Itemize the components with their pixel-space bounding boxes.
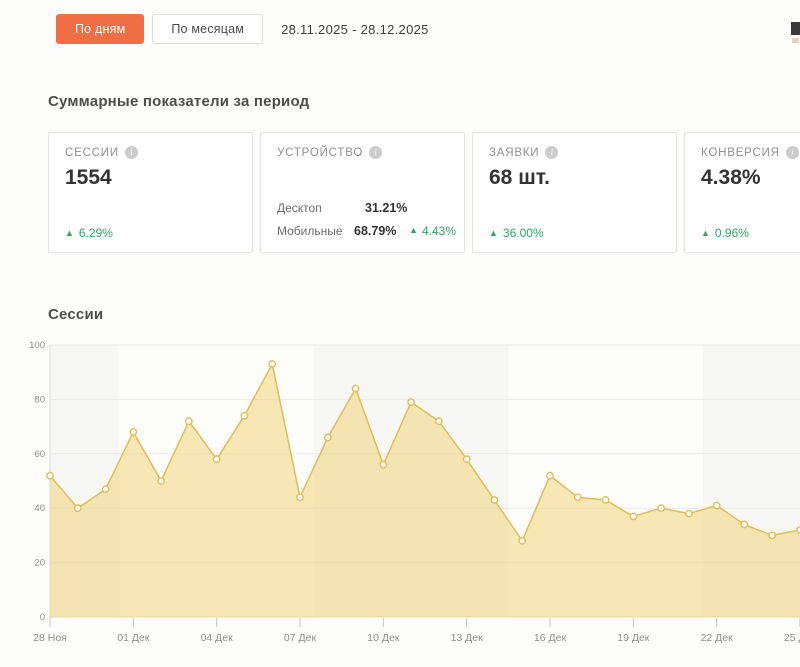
x-tick-label: 28 Ноя <box>33 632 67 644</box>
data-point[interactable] <box>240 411 249 420</box>
up-triangle-icon: ▲ <box>65 227 74 238</box>
x-tick-label: 22 Дек <box>701 632 734 644</box>
desktop-share: 31.21% <box>365 200 408 215</box>
sessions-card-title: СЕССИИ <box>65 146 119 159</box>
data-point[interactable] <box>601 496 610 504</box>
data-point[interactable] <box>351 384 360 393</box>
data-point[interactable] <box>379 460 388 469</box>
info-icon[interactable]: i <box>785 146 799 159</box>
data-point[interactable] <box>490 496 499 504</box>
leads-card: ЗАЯВКИ i 68 шт. ▲ 36.00% <box>472 132 677 253</box>
y-tick-label: 100 <box>29 340 45 351</box>
sessions-chart[interactable]: 28 Ноя 01 Дек 04 Дек 07 Дек 10 Дек 13 Дек 16 Д… <box>0 330 800 667</box>
by-days-button[interactable]: По дням <box>56 14 145 44</box>
chart-title: Сессии <box>48 306 104 323</box>
x-tick-label: 16 Дек <box>534 632 567 644</box>
up-triangle-icon: ▲ <box>409 225 418 235</box>
data-point[interactable] <box>434 417 443 426</box>
y-tick-label: 40 <box>34 503 45 514</box>
data-point[interactable] <box>407 398 415 407</box>
data-point[interactable] <box>323 433 332 442</box>
devices-card: УСТРОЙСТВО i Десктоп 31.21% Мобильные 68… <box>260 132 465 253</box>
data-point[interactable] <box>768 531 777 540</box>
data-point[interactable] <box>129 428 138 436</box>
mobile-label: Мобильные <box>277 223 343 238</box>
data-point[interactable] <box>657 504 665 513</box>
data-point[interactable] <box>546 471 554 480</box>
sessions-area-chart[interactable]: 28 Ноя 01 Дек 04 Дек 07 Дек 10 Дек 13 Дек 16 Д… <box>0 330 800 667</box>
x-tick-label: 01 Дек <box>117 632 150 644</box>
info-icon[interactable]: i <box>124 146 138 159</box>
sessions-delta: 6.29% <box>78 226 113 240</box>
leads-value: 68 шт. <box>489 166 550 189</box>
cropped-edge-icon <box>791 22 800 43</box>
conversion-value: 4.38% <box>701 166 761 189</box>
data-point[interactable] <box>685 509 693 518</box>
data-point[interactable] <box>157 477 166 485</box>
date-range-value[interactable]: 28.11.2025 - 28.12.2025 <box>281 22 429 37</box>
y-tick-label: 60 <box>34 449 45 460</box>
x-tick-label: 10 Дек <box>367 632 400 644</box>
data-point[interactable] <box>712 501 721 510</box>
y-tick-label: 0 <box>40 612 45 623</box>
up-triangle-icon: ▲ <box>701 227 710 238</box>
data-point[interactable] <box>518 536 527 545</box>
data-point[interactable] <box>184 417 193 426</box>
data-point[interactable] <box>629 512 638 521</box>
data-point[interactable] <box>740 520 749 529</box>
data-point[interactable] <box>296 493 304 502</box>
info-icon[interactable]: i <box>545 146 559 159</box>
desktop-label: Десктоп <box>277 200 322 215</box>
leads-delta: 36.00% <box>502 226 544 240</box>
period-toggle-bar: По дням По месяцам 28.11.2025 - 28.12.20… <box>56 14 800 44</box>
data-point[interactable] <box>268 360 277 368</box>
summary-cards-row: СЕССИИ i 1554 ▲ 6.29% УСТРОЙСТВО i Дескт… <box>48 132 800 253</box>
data-point[interactable] <box>573 493 582 502</box>
data-point[interactable] <box>73 504 82 513</box>
x-tick-label: 25 Дек <box>784 632 800 644</box>
mobile-share: 68.79% <box>354 223 397 238</box>
desktop-row: Десктоп 31.21% <box>277 196 456 219</box>
summary-section-title: Суммарные показатели за период <box>48 93 310 110</box>
x-tick-label: 13 Дек <box>451 632 484 644</box>
conversion-delta: 0.96% <box>714 226 749 240</box>
up-triangle-icon: ▲ <box>489 227 498 238</box>
y-tick-label: 20 <box>34 558 45 569</box>
conversion-card: КОНВЕРСИЯ i 4.38% ▲ 0.96% <box>684 132 800 253</box>
y-tick-label: 80 <box>34 394 45 405</box>
info-icon[interactable]: i <box>369 146 383 159</box>
sessions-card: СЕССИИ i 1554 ▲ 6.29% <box>48 132 253 253</box>
data-point[interactable] <box>462 455 471 464</box>
leads-card-title: ЗАЯВКИ <box>489 146 540 159</box>
data-point[interactable] <box>46 471 54 480</box>
data-point[interactable] <box>101 485 110 494</box>
sessions-value: 1554 <box>65 166 112 189</box>
data-point[interactable] <box>212 455 221 464</box>
by-months-button[interactable]: По месяцам <box>152 14 264 44</box>
x-tick-label: 04 Дек <box>201 632 234 644</box>
x-tick-label: 19 Дек <box>617 632 650 644</box>
x-tick-label: 07 Дек <box>284 632 317 644</box>
mobile-row: Мобильные 68.79% ▲ 4.43% <box>277 219 456 242</box>
conversion-card-title: КОНВЕРСИЯ <box>701 146 780 159</box>
mobile-delta: 4.43% <box>421 223 456 238</box>
devices-card-title: УСТРОЙСТВО <box>277 146 364 159</box>
